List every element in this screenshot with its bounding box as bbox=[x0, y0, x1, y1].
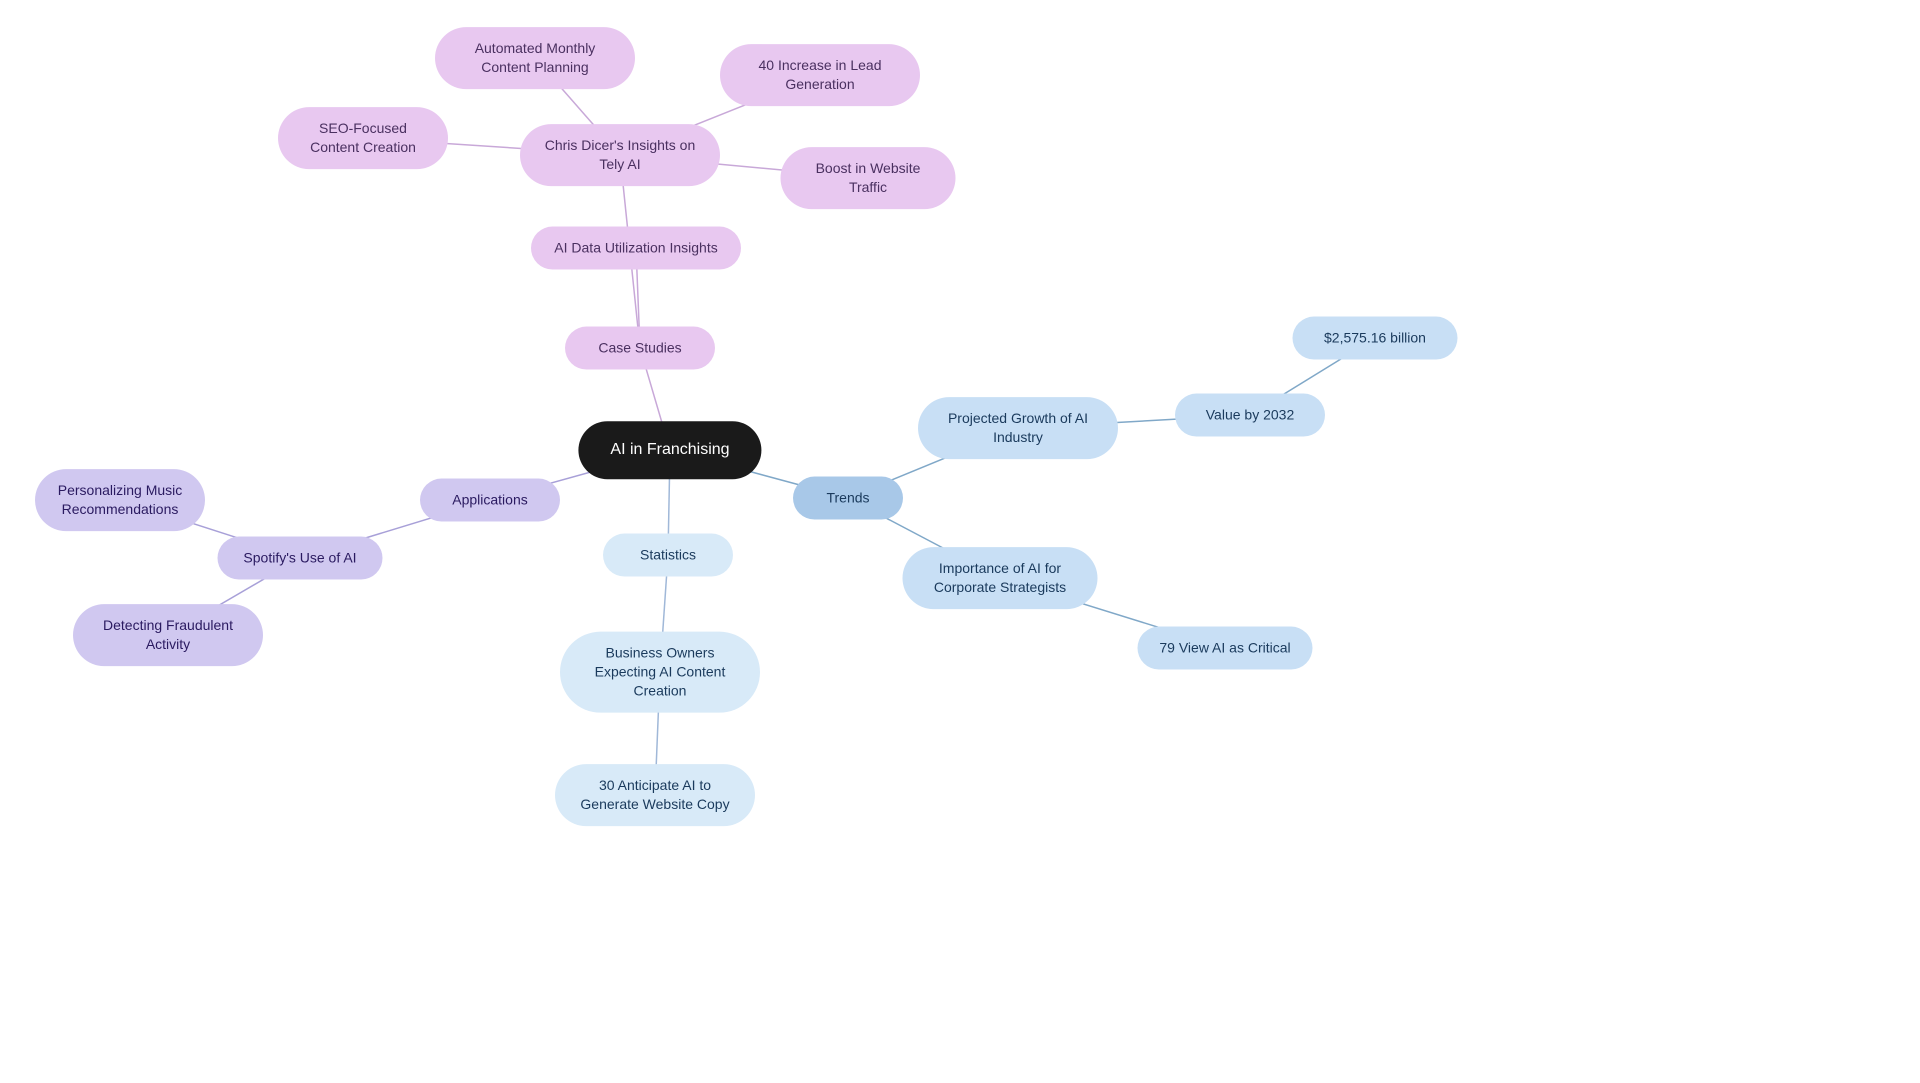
center-node[interactable]: AI in Franchising bbox=[578, 421, 761, 479]
node-lead-generation[interactable]: 40 Increase in Lead Generation bbox=[720, 44, 920, 106]
node-spotifys-use[interactable]: Spotify's Use of AI bbox=[218, 537, 383, 580]
node-business-owners[interactable]: Business Owners Expecting AI Content Cre… bbox=[560, 632, 760, 713]
node-applications[interactable]: Applications bbox=[420, 479, 560, 522]
node-website-traffic[interactable]: Boost in Website Traffic bbox=[781, 147, 956, 209]
node-value-by-2032[interactable]: Value by 2032 bbox=[1175, 394, 1325, 437]
node-anticipate-ai[interactable]: 30 Anticipate AI to Generate Website Cop… bbox=[555, 764, 755, 826]
node-projected-growth[interactable]: Projected Growth of AI Industry bbox=[918, 397, 1118, 459]
node-view-ai-critical[interactable]: 79 View AI as Critical bbox=[1138, 627, 1313, 670]
node-ai-data-utilization[interactable]: AI Data Utilization Insights bbox=[531, 227, 741, 270]
node-value-amount[interactable]: $2,575.16 billion bbox=[1293, 317, 1458, 360]
mindmap-container: AI in Franchising Chris Dicer's Insights … bbox=[0, 0, 1920, 1083]
node-automated-monthly[interactable]: Automated Monthly Content Planning bbox=[435, 27, 635, 89]
node-seo-focused[interactable]: SEO-Focused Content Creation bbox=[278, 107, 448, 169]
node-personalizing-music[interactable]: Personalizing Music Recommendations bbox=[35, 469, 205, 531]
node-chris-dicer[interactable]: Chris Dicer's Insights on Tely AI bbox=[520, 124, 720, 186]
node-statistics[interactable]: Statistics bbox=[603, 534, 733, 577]
node-trends[interactable]: Trends bbox=[793, 477, 903, 520]
node-case-studies[interactable]: Case Studies bbox=[565, 327, 715, 370]
node-importance-ai[interactable]: Importance of AI for Corporate Strategis… bbox=[903, 547, 1098, 609]
node-detecting-fraudulent[interactable]: Detecting Fraudulent Activity bbox=[73, 604, 263, 666]
